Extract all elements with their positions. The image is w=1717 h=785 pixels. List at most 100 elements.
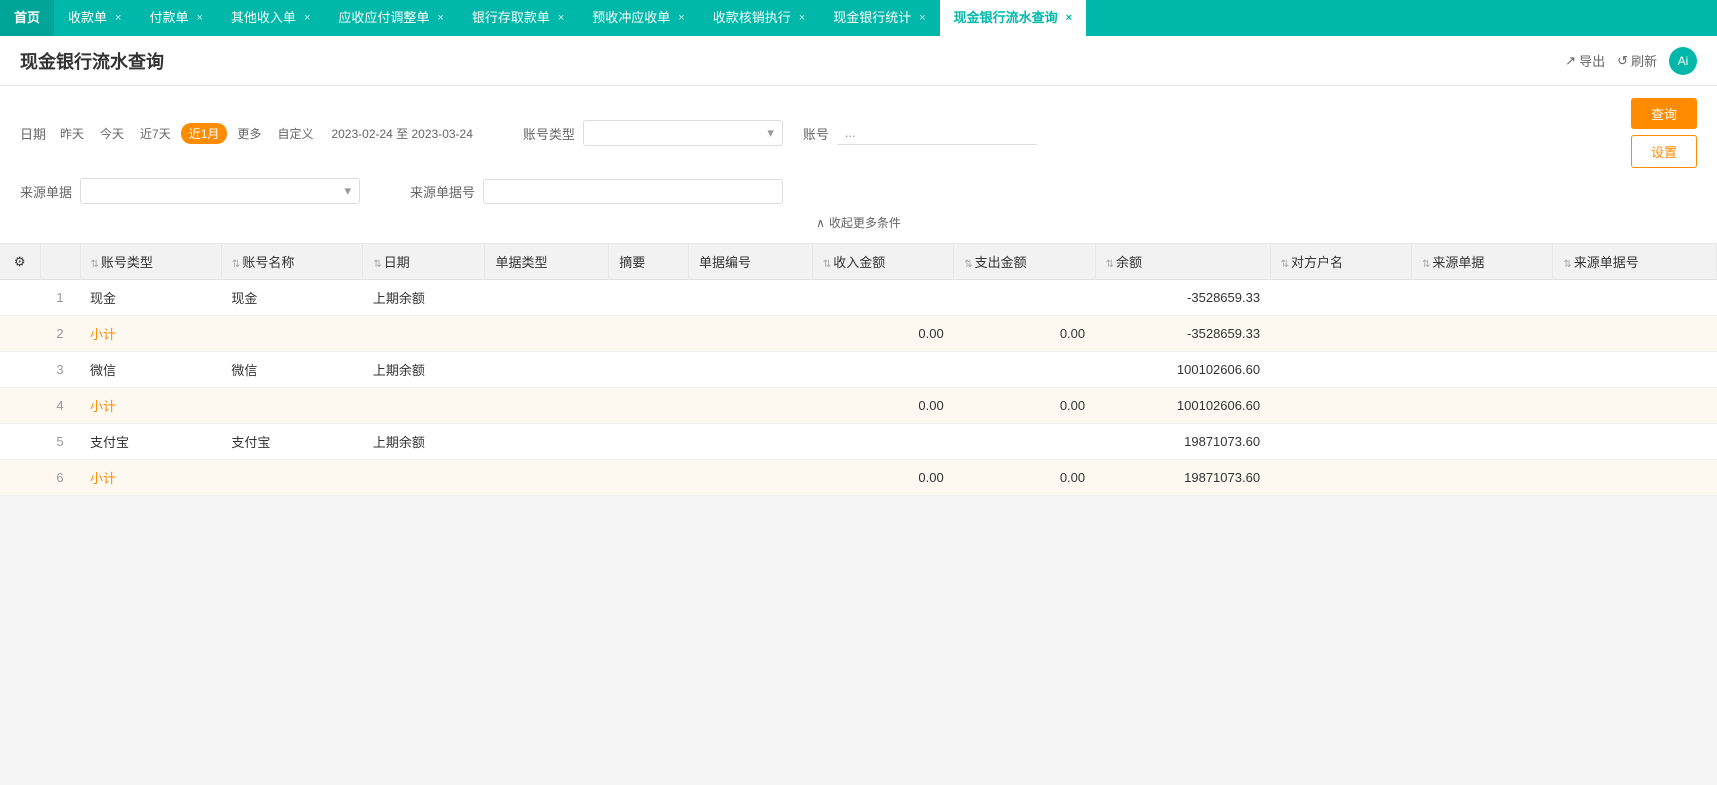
nav-yushou[interactable]: 预收冲应收单 × — [578, 0, 698, 36]
th-counterpart[interactable]: ⇅对方户名 — [1270, 244, 1411, 280]
collapse-button[interactable]: ∧ 收起更多条件 — [816, 214, 901, 231]
cell-counterpart — [1270, 280, 1411, 316]
filter-row-1: 日期 昨天 今天 近7天 近1月 更多 自定义 2023-02-24 至 202… — [20, 98, 1697, 168]
cell-source_doc_no — [1553, 424, 1717, 460]
cell-doc_no — [688, 280, 812, 316]
cell-income — [812, 424, 953, 460]
sort-icon-source-doc: ⇅ — [1422, 259, 1430, 270]
source-doc-select[interactable]: ▾ — [80, 178, 360, 204]
cell-counterpart — [1270, 316, 1411, 352]
top-nav: 首页 收款单 × 付款单 × 其他收入单 × 应收应付调整单 × 银行存取款单 … — [0, 0, 1717, 36]
source-doc-no-label: 来源单据号 — [410, 182, 475, 201]
nav-close-liushui[interactable]: × — [1066, 0, 1072, 36]
date-btn-7days[interactable]: 近7天 — [134, 123, 177, 144]
nav-close-hexiao[interactable]: × — [799, 0, 805, 36]
th-settings[interactable]: ⚙ — [0, 244, 40, 280]
th-date[interactable]: ⇅日期 — [363, 244, 485, 280]
sort-icon-balance: ⇅ — [1106, 259, 1114, 270]
nav-close-diaozhen[interactable]: × — [437, 0, 443, 36]
cell-account_type: 微信 — [80, 352, 221, 388]
cell-account_type: 支付宝 — [80, 424, 221, 460]
refresh-button[interactable]: ↺ 刷新 — [1617, 51, 1657, 70]
ai-avatar[interactable]: Ai — [1669, 47, 1697, 75]
cell-account_name: 现金 — [221, 280, 362, 316]
export-icon: ↗ — [1565, 53, 1576, 69]
cell-num: 2 — [40, 316, 80, 352]
nav-close-qita[interactable]: × — [304, 0, 310, 36]
query-button[interactable]: 查询 — [1631, 98, 1697, 129]
cell-account_name — [221, 388, 362, 424]
table-row: 1现金现金上期余额-3528659.33 — [0, 280, 1717, 316]
source-doc-filter-group: 来源单据 ▾ — [20, 178, 360, 204]
nav-diaozhen[interactable]: 应收应付调整单 × — [324, 0, 457, 36]
th-expense[interactable]: ⇅支出金额 — [954, 244, 1095, 280]
source-doc-no-filter-group: 来源单据号 — [410, 179, 783, 204]
nav-close-yushou[interactable]: × — [678, 0, 684, 36]
table-row: 6小计0.000.0019871073.60 — [0, 460, 1717, 496]
cell-settings — [0, 424, 40, 460]
th-balance[interactable]: ⇅余额 — [1095, 244, 1270, 280]
source-doc-no-input[interactable] — [483, 179, 783, 204]
th-source-doc-no[interactable]: ⇅来源单据号 — [1553, 244, 1717, 280]
cell-settings — [0, 460, 40, 496]
cell-expense: 0.00 — [954, 388, 1095, 424]
nav-home[interactable]: 首页 — [0, 0, 54, 36]
cell-doc_no — [688, 316, 812, 352]
cell-account_type: 小计 — [80, 316, 221, 352]
nav-close-fukuan[interactable]: × — [196, 0, 202, 36]
th-num — [40, 244, 80, 280]
th-doc-type: 单据类型 — [485, 244, 609, 280]
date-btn-more[interactable]: 更多 — [231, 123, 267, 144]
page-header: 现金银行流水查询 ↗ 导出 ↺ 刷新 Ai — [0, 36, 1717, 86]
date-btn-1month[interactable]: 近1月 — [181, 123, 228, 144]
sort-icon-counterpart: ⇅ — [1281, 259, 1289, 270]
date-label: 日期 — [20, 124, 46, 143]
cell-settings — [0, 316, 40, 352]
source-doc-arrow-icon: ▾ — [344, 183, 351, 199]
table-settings-icon[interactable]: ⚙ — [14, 254, 26, 269]
data-table: ⚙ ⇅账号类型 ⇅账号名称 ⇅日期 单据类型 摘要 单据编号 ⇅收入金额 — [0, 244, 1717, 496]
export-button[interactable]: ↗ 导出 — [1565, 51, 1605, 70]
cell-account_name: 微信 — [221, 352, 362, 388]
account-type-select[interactable]: ▾ — [583, 120, 783, 146]
th-account-type[interactable]: ⇅账号类型 — [80, 244, 221, 280]
cell-expense — [954, 352, 1095, 388]
settings-button[interactable]: 设置 — [1631, 135, 1697, 168]
account-more-btn[interactable]: ... — [837, 121, 1037, 145]
nav-cunqu[interactable]: 银行存取款单 × — [458, 0, 578, 36]
table-row: 4小计0.000.00100102606.60 — [0, 388, 1717, 424]
nav-shoukuan[interactable]: 收款单 × — [54, 0, 135, 36]
cell-source_doc_no — [1553, 352, 1717, 388]
nav-qita[interactable]: 其他收入单 × — [217, 0, 324, 36]
th-income[interactable]: ⇅收入金额 — [812, 244, 953, 280]
cell-account_name: 支付宝 — [221, 424, 362, 460]
cell-balance: 19871073.60 — [1095, 460, 1270, 496]
table-body: 1现金现金上期余额-3528659.332小计0.000.00-3528659.… — [0, 280, 1717, 496]
cell-doc_no — [688, 388, 812, 424]
nav-fukuan[interactable]: 付款单 × — [135, 0, 216, 36]
nav-close-cunqu[interactable]: × — [558, 0, 564, 36]
nav-close-tongji[interactable]: × — [919, 0, 925, 36]
nav-tongji[interactable]: 现金银行统计 × — [819, 0, 939, 36]
cell-source_doc — [1411, 460, 1552, 496]
cell-balance: 19871073.60 — [1095, 424, 1270, 460]
date-btn-custom[interactable]: 自定义 — [271, 123, 319, 144]
th-source-doc[interactable]: ⇅来源单据 — [1411, 244, 1552, 280]
th-account-name[interactable]: ⇅账号名称 — [221, 244, 362, 280]
date-btn-yesterday[interactable]: 昨天 — [54, 123, 90, 144]
cell-expense: 0.00 — [954, 460, 1095, 496]
nav-liushui[interactable]: 现金银行流水查询 × — [940, 0, 1086, 36]
nav-hexiao[interactable]: 收款核销执行 × — [699, 0, 819, 36]
cell-account_name — [221, 460, 362, 496]
cell-income — [812, 280, 953, 316]
collapse-up-icon: ∧ — [816, 216, 825, 230]
cell-doc_type — [485, 460, 609, 496]
nav-close-shoukuan[interactable]: × — [115, 0, 121, 36]
sort-icon-date: ⇅ — [373, 259, 381, 270]
cell-date — [363, 316, 485, 352]
sort-icon-account-name: ⇅ — [232, 259, 240, 270]
cell-expense: 0.00 — [954, 316, 1095, 352]
cell-doc_no — [688, 460, 812, 496]
cell-summary — [609, 424, 689, 460]
date-btn-today[interactable]: 今天 — [94, 123, 130, 144]
